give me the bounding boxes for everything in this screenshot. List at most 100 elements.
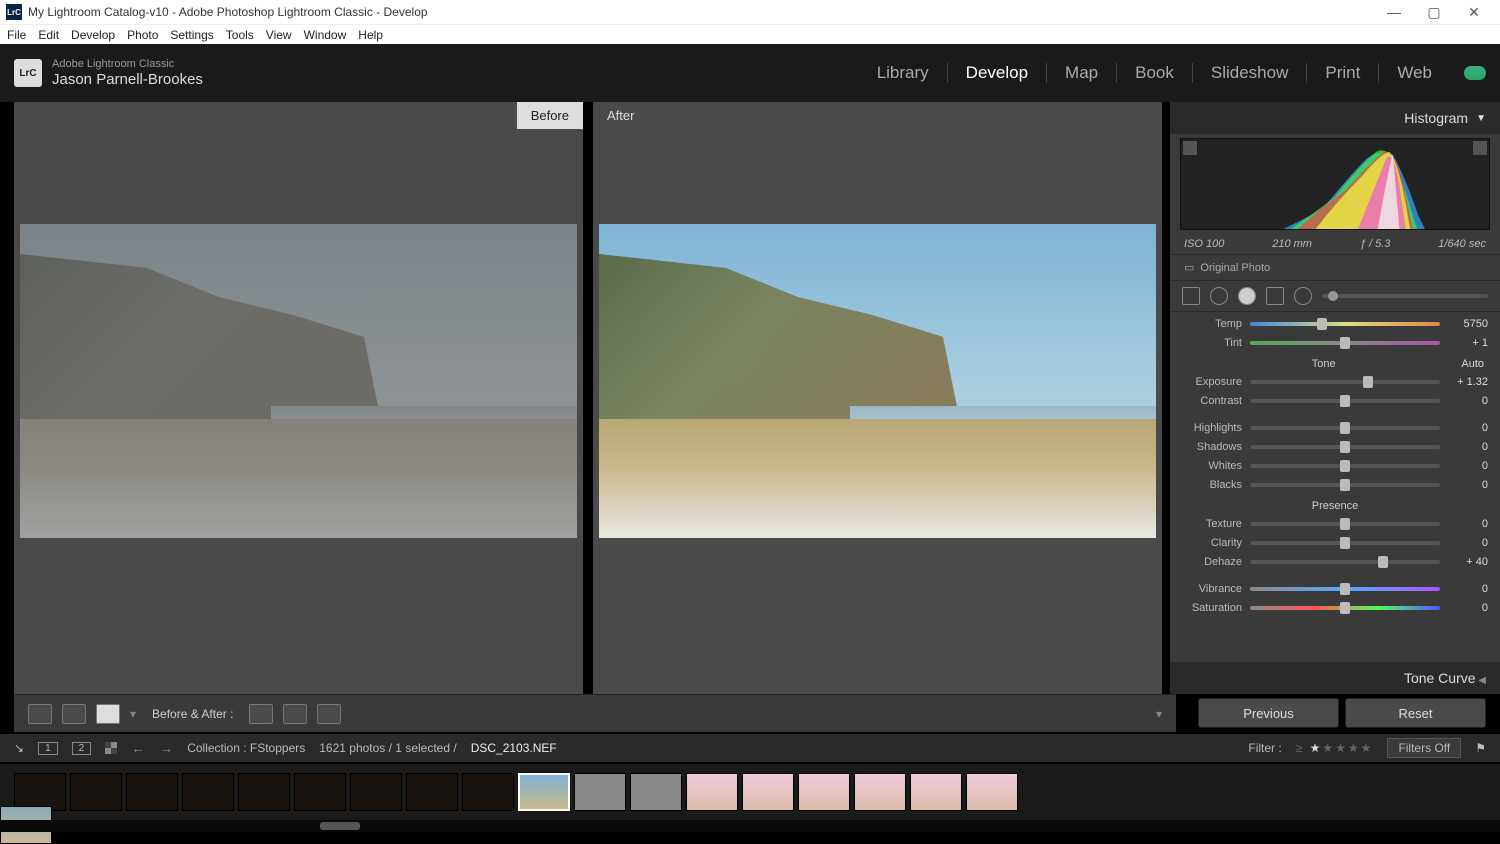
collection-path[interactable]: Collection : FStoppers xyxy=(187,741,305,755)
clarity-value[interactable]: 0 xyxy=(1448,537,1488,549)
module-print[interactable]: Print xyxy=(1307,63,1379,83)
redeye-tool-icon[interactable] xyxy=(1266,287,1284,305)
masking-icon[interactable] xyxy=(1238,287,1256,305)
temp-slider[interactable] xyxy=(1250,322,1440,326)
menu-develop[interactable]: Develop xyxy=(68,28,118,42)
filters-dropdown[interactable]: Filters Off xyxy=(1387,738,1461,758)
thumbnail[interactable] xyxy=(294,773,346,811)
thumbnail[interactable] xyxy=(910,773,962,811)
tone-curve-header[interactable]: Tone Curve xyxy=(1170,662,1500,694)
before-after-view-icon[interactable] xyxy=(96,704,120,724)
identity-plate[interactable]: Jason Parnell-Brookes xyxy=(52,71,203,88)
dehaze-slider[interactable] xyxy=(1250,560,1440,564)
original-photo-row[interactable]: Original Photo xyxy=(1170,254,1500,281)
filmstrip[interactable] xyxy=(0,764,1500,820)
shadows-slider[interactable] xyxy=(1250,445,1440,449)
thumbnail[interactable] xyxy=(462,773,514,811)
thumbnail[interactable] xyxy=(406,773,458,811)
thumbnail[interactable] xyxy=(70,773,122,811)
next-photo-icon[interactable]: → xyxy=(159,740,173,756)
module-develop[interactable]: Develop xyxy=(948,63,1047,83)
crop-tool-icon[interactable] xyxy=(1182,287,1200,305)
filmstrip-scrollbar[interactable] xyxy=(0,820,1500,832)
module-slideshow[interactable]: Slideshow xyxy=(1193,63,1308,83)
grid-view-icon[interactable] xyxy=(105,742,117,754)
menu-photo[interactable]: Photo xyxy=(124,28,161,42)
auto-button[interactable]: Auto xyxy=(1461,358,1484,370)
thumbnail[interactable] xyxy=(686,773,738,811)
whites-value[interactable]: 0 xyxy=(1448,460,1488,472)
blacks-slider[interactable] xyxy=(1250,483,1440,487)
module-book[interactable]: Book xyxy=(1117,63,1193,83)
module-web[interactable]: Web xyxy=(1379,63,1450,83)
before-pane[interactable]: Before xyxy=(14,102,583,694)
main-window-indicator[interactable]: 1 xyxy=(38,742,58,755)
thumbnail[interactable] xyxy=(0,806,52,820)
minimize-button[interactable]: — xyxy=(1374,4,1414,20)
second-window-indicator[interactable]: 2 xyxy=(72,742,92,755)
reset-button[interactable]: Reset xyxy=(1345,698,1486,728)
menu-window[interactable]: Window xyxy=(301,28,350,42)
thumbnail-selected[interactable] xyxy=(518,773,570,811)
graduated-filter-icon[interactable] xyxy=(1294,287,1312,305)
close-button[interactable]: ✕ xyxy=(1454,4,1494,21)
swap-before-after-icon[interactable] xyxy=(249,704,273,724)
thumbnail[interactable] xyxy=(574,773,626,811)
texture-value[interactable]: 0 xyxy=(1448,518,1488,530)
highlights-slider[interactable] xyxy=(1250,426,1440,430)
vibrance-slider[interactable] xyxy=(1250,587,1440,591)
second-window-icon[interactable]: ↘ xyxy=(14,741,24,755)
module-library[interactable]: Library xyxy=(859,63,948,83)
tint-slider[interactable] xyxy=(1250,341,1440,345)
shadows-value[interactable]: 0 xyxy=(1448,441,1488,453)
temp-value[interactable]: 5750 xyxy=(1448,318,1488,330)
loupe-view-icon[interactable] xyxy=(28,704,52,724)
thumbnail[interactable] xyxy=(966,773,1018,811)
rating-filter[interactable]: ≥ ★★★★★ xyxy=(1296,741,1374,755)
exposure-slider[interactable] xyxy=(1250,380,1440,384)
blacks-value[interactable]: 0 xyxy=(1448,479,1488,491)
thumbnail[interactable] xyxy=(350,773,402,811)
toolbar-menu-icon[interactable]: ▾ xyxy=(1156,707,1162,721)
tint-value[interactable]: + 1 xyxy=(1448,337,1488,349)
thumbnail[interactable] xyxy=(742,773,794,811)
copy-after-icon[interactable] xyxy=(317,704,341,724)
exposure-value[interactable]: + 1.32 xyxy=(1448,376,1488,388)
highlights-value[interactable]: 0 xyxy=(1448,422,1488,434)
filter-lock-icon[interactable]: ⚑ xyxy=(1475,741,1486,755)
thumbnail[interactable] xyxy=(854,773,906,811)
contrast-slider[interactable] xyxy=(1250,399,1440,403)
maximize-button[interactable]: ▢ xyxy=(1414,4,1454,21)
thumbnail[interactable] xyxy=(126,773,178,811)
clarity-slider[interactable] xyxy=(1250,541,1440,545)
chevron-down-icon[interactable]: ▾ xyxy=(130,707,136,721)
copy-before-icon[interactable] xyxy=(283,704,307,724)
menu-settings[interactable]: Settings xyxy=(167,28,216,42)
menu-file[interactable]: File xyxy=(4,28,29,42)
previous-button[interactable]: Previous xyxy=(1198,698,1339,728)
menu-view[interactable]: View xyxy=(263,28,295,42)
menu-help[interactable]: Help xyxy=(355,28,386,42)
thumbnail[interactable] xyxy=(238,773,290,811)
thumbnail[interactable] xyxy=(798,773,850,811)
histogram-display[interactable] xyxy=(1180,138,1490,230)
menu-tools[interactable]: Tools xyxy=(223,28,257,42)
histogram-header[interactable]: Histogram▼ xyxy=(1170,102,1500,134)
tool-size-slider[interactable] xyxy=(1322,294,1488,298)
vibrance-value[interactable]: 0 xyxy=(1448,583,1488,595)
cloud-sync-icon[interactable] xyxy=(1464,66,1486,80)
whites-slider[interactable] xyxy=(1250,464,1440,468)
dehaze-value[interactable]: + 40 xyxy=(1448,556,1488,568)
compare-view-icon[interactable] xyxy=(62,704,86,724)
saturation-value[interactable]: 0 xyxy=(1448,602,1488,614)
contrast-value[interactable]: 0 xyxy=(1448,395,1488,407)
module-map[interactable]: Map xyxy=(1047,63,1117,83)
texture-slider[interactable] xyxy=(1250,522,1440,526)
thumbnail[interactable] xyxy=(182,773,234,811)
menu-edit[interactable]: Edit xyxy=(35,28,62,42)
prev-photo-icon[interactable]: ← xyxy=(131,740,145,756)
spot-removal-icon[interactable] xyxy=(1210,287,1228,305)
after-pane[interactable]: After xyxy=(593,102,1162,694)
saturation-slider[interactable] xyxy=(1250,606,1440,610)
thumbnail[interactable] xyxy=(630,773,682,811)
